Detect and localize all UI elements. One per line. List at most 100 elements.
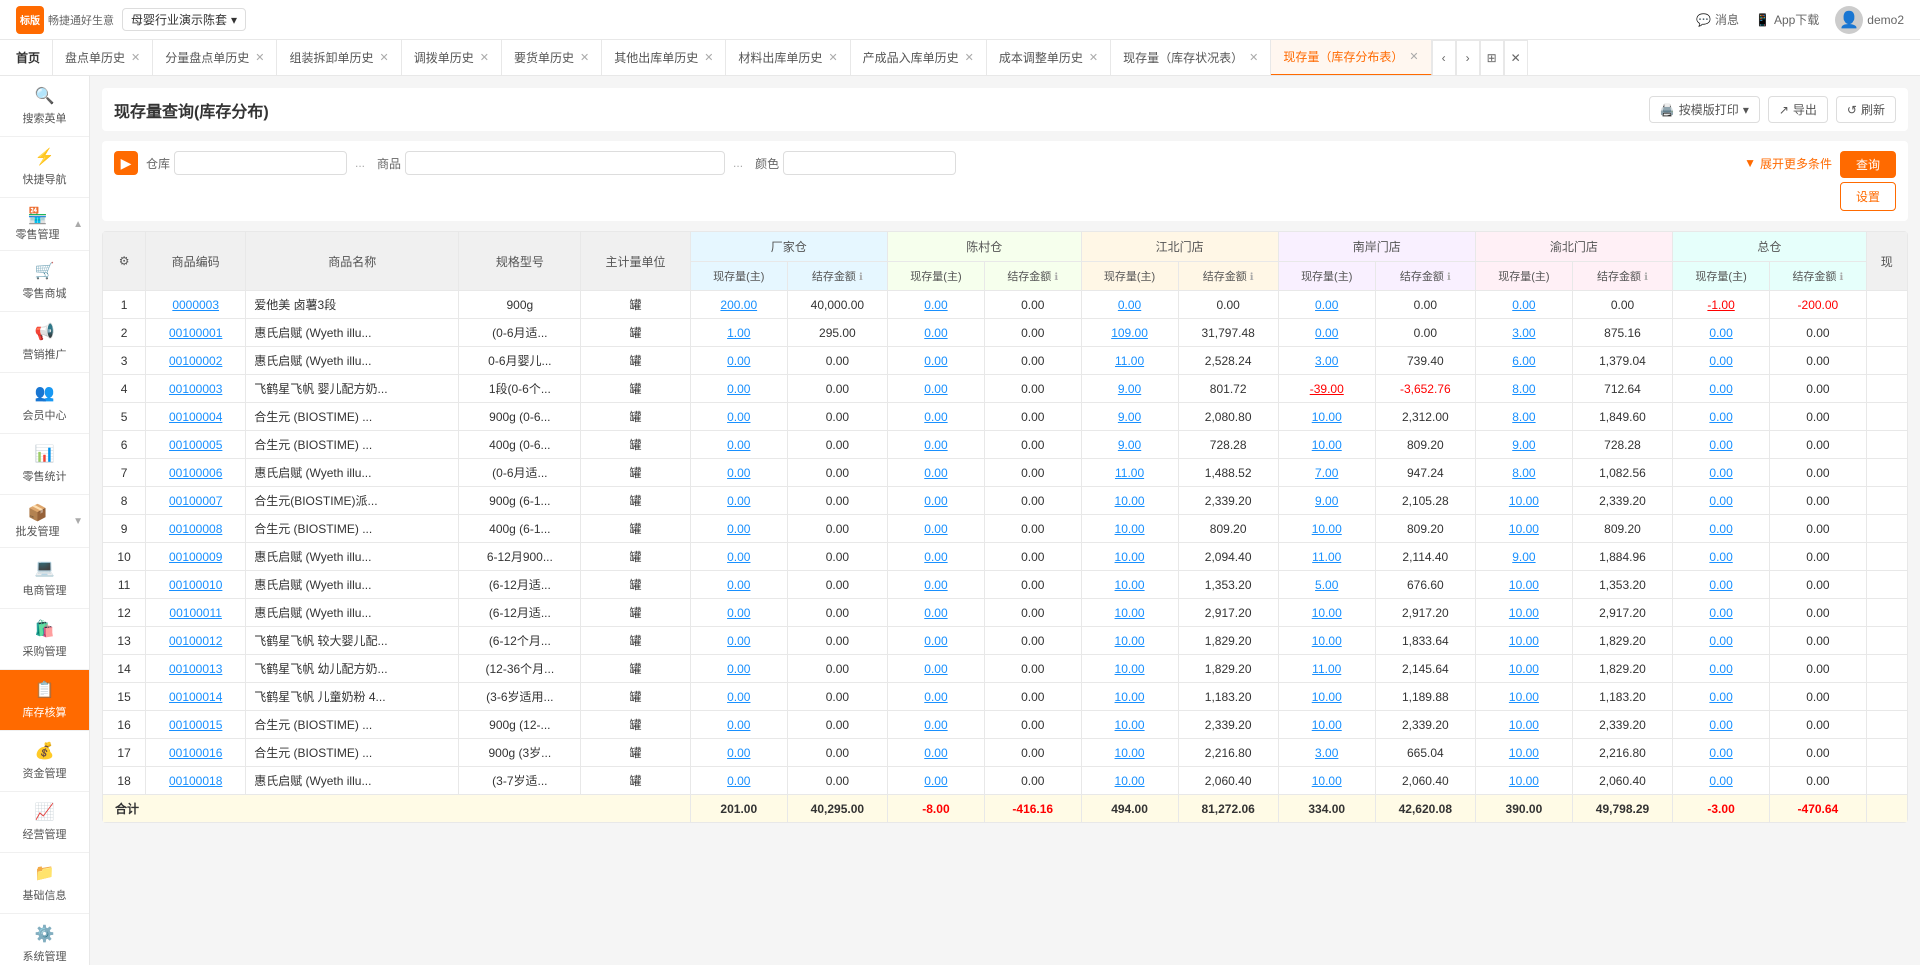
refresh-button[interactable]: ↺ 刷新 [1836,96,1896,123]
cell-unit: 罐 [581,543,690,571]
tab-combo-dismantle[interactable]: 组装拆卸单历史 ✕ [277,40,401,76]
code-link[interactable]: 00100006 [169,466,222,480]
cell-unit: 罐 [581,599,690,627]
tenant-selector[interactable]: 母婴行业演示陈套 ▾ [122,8,246,31]
code-link[interactable]: 00100016 [169,746,222,760]
code-link[interactable]: 00100014 [169,690,222,704]
tab-transfer[interactable]: 调拨单历史 ✕ [402,40,502,76]
cell-current [1866,319,1907,347]
tab-inventory-dist[interactable]: 现存量（库存分布表） ✕ [1271,40,1431,76]
code-link[interactable]: 00100010 [169,578,222,592]
cell-chen-amt: 0.00 [985,319,1081,347]
cell-total-amt: 0.00 [1770,431,1866,459]
warehouse-label: 仓库 [146,155,170,172]
app-download-button[interactable]: 📱 App下载 [1755,11,1819,28]
tab-partial-check[interactable]: 分量盘点单历史 ✕ [153,40,277,76]
code-link[interactable]: 00100018 [169,774,222,788]
table-row: 9 00100008 合生元 (BIOSTIME) ... 400g (6-1.… [103,515,1908,543]
wholesale-icon: 📦 [28,503,48,523]
retail-icon: 🏪 [28,206,48,226]
color-input[interactable] [783,151,956,175]
tab-product-in[interactable]: 产成品入库单历史 ✕ [851,40,987,76]
cell-nanan-qty: 10.00 [1278,431,1375,459]
sidebar-item-retail[interactable]: 🏪 零售管理 ▲ [0,198,89,251]
sidebar-item-ecommerce[interactable]: 💻 电商管理 [0,548,89,609]
search-button[interactable]: 查询 [1840,151,1896,178]
close-icon[interactable]: ✕ [828,51,837,64]
close-icon[interactable]: ✕ [131,51,140,64]
sidebar-item-purchase[interactable]: 🛍️ 采购管理 [0,609,89,670]
sidebar-item-operation[interactable]: 📈 经营管理 [0,792,89,853]
sidebar-item-system[interactable]: ⚙️ 系统管理 [0,914,89,965]
cell-chen-amt: 0.00 [985,767,1081,795]
th-group-jiangbei: 江北门店 [1081,232,1278,262]
close-icon[interactable]: ✕ [704,51,713,64]
close-icon[interactable]: ✕ [965,51,974,64]
search-expand-button[interactable]: ▶ [114,151,138,175]
tab-cost-adjust[interactable]: 成本调整单历史 ✕ [987,40,1111,76]
cell-jiangbei-amt: 1,488.52 [1178,459,1278,487]
cell-seq: 7 [103,459,146,487]
user-menu[interactable]: 👤 demo2 [1835,6,1904,34]
close-icon[interactable]: ✕ [480,51,489,64]
close-icon[interactable]: ✕ [380,51,389,64]
sidebar-item-shortcut[interactable]: ⚡ 快捷导航 [0,137,89,198]
code-link[interactable]: 00100011 [169,606,222,620]
cell-current [1866,515,1907,543]
code-link[interactable]: 00100015 [169,718,222,732]
message-icon: 💬 [1696,13,1711,27]
code-link[interactable]: 00100004 [169,410,222,424]
th-total-amt: 结存金额 ℹ [1770,262,1866,291]
sidebar-item-basic[interactable]: 📁 基础信息 [0,853,89,914]
close-icon[interactable]: ✕ [1089,51,1098,64]
tab-other-out[interactable]: 其他出库单历史 ✕ [602,40,726,76]
cell-yubei-amt: 875.16 [1572,319,1672,347]
cell-factory-qty: 0.00 [690,627,787,655]
warehouse-input[interactable] [174,151,347,175]
print-button[interactable]: 🖨️ 按模版打印 ▾ [1649,96,1760,123]
sidebar-item-inventory[interactable]: 📋 库存核算 [0,670,89,731]
more-conditions-btn[interactable]: ▼ 展开更多条件 [1744,155,1832,172]
cell-yubei-qty: 10.00 [1475,655,1572,683]
export-button[interactable]: ↗ 导出 [1768,96,1828,123]
sidebar-item-retail-shop[interactable]: 🛒 零售商城 [0,251,89,312]
tab-close-all-btn[interactable]: ✕ [1504,40,1528,76]
tab-home[interactable]: 首页 [4,40,53,76]
tab-inventory-check[interactable]: 盘点单历史 ✕ [53,40,153,76]
close-icon[interactable]: ✕ [1409,50,1418,63]
tab-prev-btn[interactable]: ‹ [1432,40,1456,76]
cell-chen-qty: 0.00 [887,767,984,795]
cell-yubei-qty: 3.00 [1475,319,1572,347]
code-link[interactable]: 00100013 [169,662,222,676]
code-link[interactable]: 00100002 [169,354,222,368]
code-link[interactable]: 00100003 [169,382,222,396]
code-link[interactable]: 00100007 [169,494,222,508]
chevron-down-icon: ▼ [73,516,83,527]
close-icon[interactable]: ✕ [1249,51,1258,64]
cell-unit: 罐 [581,487,690,515]
settings-button[interactable]: 设置 [1840,182,1896,211]
tab-next-btn[interactable]: › [1456,40,1480,76]
tab-order[interactable]: 要货单历史 ✕ [502,40,602,76]
tab-inventory-status[interactable]: 现存量（库存状况表） ✕ [1111,40,1271,76]
sidebar-item-marketing[interactable]: 📢 营销推广 [0,312,89,373]
tab-more-btn[interactable]: ⊞ [1480,40,1504,76]
sidebar-item-member[interactable]: 👥 会员中心 [0,373,89,434]
code-link[interactable]: 00100008 [169,522,222,536]
code-link[interactable]: 00100009 [169,550,222,564]
sidebar-item-search[interactable]: 🔍 搜索英单 [0,76,89,137]
close-icon[interactable]: ✕ [580,51,589,64]
tab-material-out[interactable]: 材料出库单历史 ✕ [726,40,850,76]
th-settings[interactable]: ⚙ [103,232,146,291]
code-link[interactable]: 0000003 [172,298,219,312]
close-icon[interactable]: ✕ [255,51,264,64]
code-link[interactable]: 00100005 [169,438,222,452]
sidebar-item-retail-stats[interactable]: 📊 零售统计 [0,434,89,495]
sidebar-item-finance[interactable]: 💰 资金管理 [0,731,89,792]
product-input[interactable]: babycare孕妇待产包 春季入院全套母子组合孕妇产后冬季月子用品 22件套 … [405,151,725,175]
cell-name: 飞鹤星飞帆 较大婴儿配... [246,627,459,655]
code-link[interactable]: 00100012 [169,634,222,648]
message-button[interactable]: 💬 消息 [1696,11,1739,28]
sidebar-item-wholesale[interactable]: 📦 批发管理 ▼ [0,495,89,548]
code-link[interactable]: 00100001 [169,326,222,340]
